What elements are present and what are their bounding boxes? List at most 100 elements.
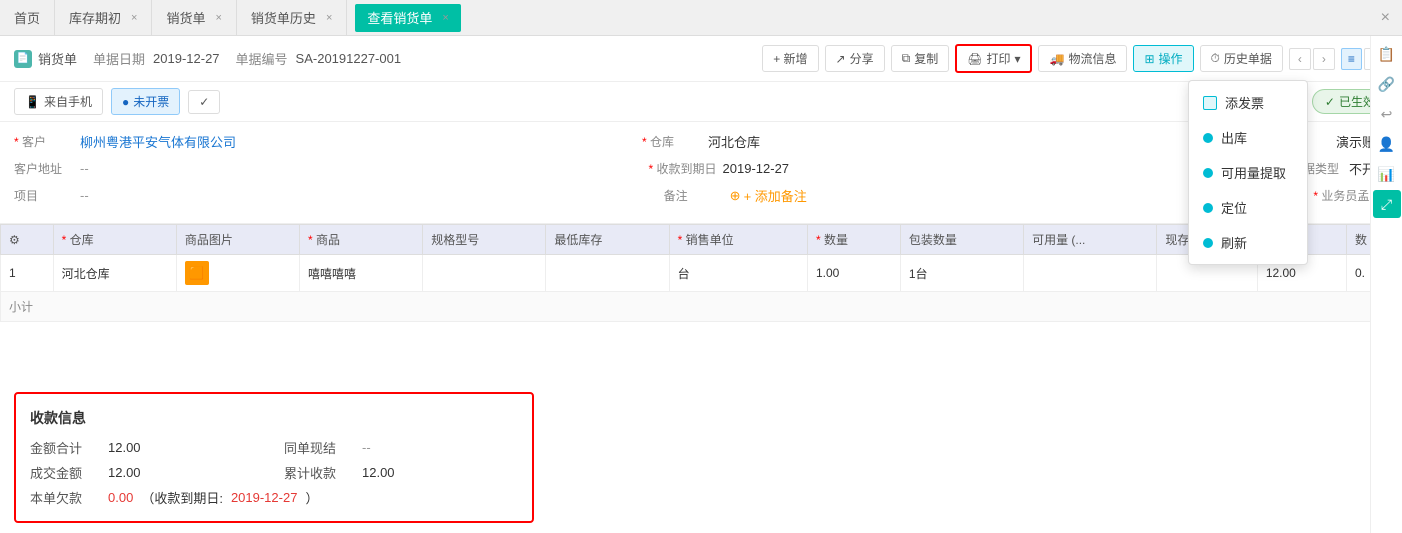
add-note-icon: ⊕	[730, 188, 741, 204]
project-value: --	[80, 188, 89, 203]
operation-button[interactable]: ⊞ 操作	[1133, 45, 1193, 72]
confirm-icon-btn[interactable]: ✓	[188, 90, 220, 114]
number-label: 单据编号	[236, 49, 288, 68]
sidebar-icon-clipboard[interactable]: 📋	[1373, 40, 1401, 68]
main-content: 📄 销货单 单据日期 2019-12-27 单据编号 SA-20191227-0…	[0, 36, 1402, 533]
row-warehouse: 河北仓库	[53, 255, 176, 292]
due-note-end: ）	[305, 488, 318, 507]
subtotal-label: 小计	[1, 292, 1402, 322]
tab-sales[interactable]: 销货单 ×	[152, 0, 236, 36]
tab-inventory-close[interactable]: ×	[131, 12, 137, 24]
global-close-icon[interactable]: ×	[1381, 9, 1390, 26]
print-label: 打印	[986, 50, 1010, 67]
next-arrow[interactable]: ›	[1313, 48, 1335, 70]
col-unit: * 销售单位	[669, 225, 807, 255]
due-label: 本单欠款	[30, 488, 100, 507]
doc-type-icon: 📄	[14, 50, 32, 68]
doc-type-label-text: 销货单	[38, 49, 77, 68]
not-open-btn[interactable]: ● 未开票	[111, 88, 180, 115]
tab-sales-history[interactable]: 销货单历史 ×	[237, 0, 347, 36]
col-min-stock: 最低库存	[546, 225, 669, 255]
dropdown-refresh-label: 刷新	[1221, 233, 1247, 252]
history-icon: ⏱	[1211, 51, 1220, 66]
share-button[interactable]: ↗ 分享	[825, 45, 885, 72]
print-icon: 🖨	[967, 52, 982, 66]
settlement-value: --	[362, 440, 371, 455]
history-button[interactable]: ⏱ 历史单据	[1200, 45, 1283, 72]
tab-view-sales-close[interactable]: ×	[442, 12, 448, 24]
warehouse-label: 仓库	[642, 133, 702, 150]
refresh-dot-icon	[1203, 238, 1213, 248]
transaction-row: 成交金额 12.00	[30, 463, 264, 482]
tab-home[interactable]: 首页	[0, 0, 55, 36]
subtotal-row: 小计	[1, 292, 1402, 322]
tab-home-label: 首页	[14, 8, 40, 27]
date-value: 2019-12-27	[153, 51, 220, 66]
row-min-stock	[546, 255, 669, 292]
dropdown-outbound-label: 出库	[1221, 128, 1247, 147]
tab-sales-history-close[interactable]: ×	[326, 12, 332, 24]
tab-inventory[interactable]: 库存期初 ×	[55, 0, 152, 36]
copy-label: 复制	[914, 50, 938, 67]
tab-sales-close[interactable]: ×	[215, 12, 221, 24]
customer-value[interactable]: 柳州粤港平安气体有限公司	[80, 132, 236, 151]
form-row-2: 客户地址 -- 收款到期日 2019-12-27 票据类型 不开票	[14, 159, 1388, 178]
form-row-3: 项目 -- 备注 ⊕ + 添加备注 业务员孟 --	[14, 186, 1388, 205]
due-row: 本单欠款 0.00 （收款到期日: 2019-12-27 ）	[30, 488, 518, 507]
col-spec: 规格型号	[423, 225, 546, 255]
cumulative-row: 累计收款 12.00	[284, 463, 518, 482]
col-warehouse: * 仓库	[53, 225, 176, 255]
from-phone-icon: 📱	[25, 95, 40, 109]
list-view-btn[interactable]: ≡	[1341, 48, 1362, 70]
operation-label: 操作	[1159, 50, 1183, 67]
salesperson2-label: 业务员孟	[1313, 187, 1373, 204]
settlement-row: 同单现结 --	[284, 438, 518, 457]
customer-label: 客户	[14, 133, 74, 150]
dropdown-item-available[interactable]: 可用量提取	[1189, 155, 1307, 190]
sidebar-icon-expand[interactable]: ⤢	[1373, 190, 1401, 218]
number-value: SA-20191227-001	[296, 51, 402, 66]
tab-inventory-label: 库存期初	[69, 8, 121, 27]
project-label: 项目	[14, 187, 74, 204]
tab-bar-end: ×	[1381, 9, 1402, 27]
address-value: --	[80, 161, 89, 176]
sidebar-icon-link[interactable]: 🔗	[1373, 70, 1401, 98]
settlement-label: 同单现结	[284, 438, 354, 457]
not-open-label: 未开票	[133, 93, 169, 110]
prev-arrow[interactable]: ‹	[1289, 48, 1311, 70]
from-phone-btn[interactable]: 📱 来自手机	[14, 88, 103, 115]
logistics-icon: 🚚	[1049, 52, 1064, 66]
col-settings[interactable]: ⚙	[1, 225, 54, 255]
add-note-btn[interactable]: ⊕ + 添加备注	[730, 186, 807, 205]
product-image: 🟧	[185, 261, 209, 285]
address-field: 客户地址 --	[14, 160, 649, 177]
copy-button[interactable]: ⧉ 复制	[891, 45, 950, 72]
doc-meta-number: 单据编号 SA-20191227-001	[236, 49, 402, 68]
cumulative-value: 12.00	[362, 465, 395, 480]
dropdown-item-locate[interactable]: 定位	[1189, 190, 1307, 225]
from-phone-label: 来自手机	[44, 93, 92, 110]
history-label: 历史单据	[1224, 50, 1272, 67]
tab-view-sales[interactable]: 查看销货单 ×	[355, 4, 460, 32]
operation-dropdown: 添发票 出库 可用量提取 定位	[1188, 80, 1308, 265]
transaction-label: 成交金额	[30, 463, 100, 482]
dropdown-item-refresh[interactable]: 刷新	[1189, 225, 1307, 260]
total-row: 金额合计 12.00	[30, 438, 264, 457]
sidebar-icon-user[interactable]: 👤	[1373, 130, 1401, 158]
print-button[interactable]: 🖨 打印 ▾	[955, 44, 1032, 73]
new-button[interactable]: + 新增	[762, 45, 818, 72]
row-quantity: 1.00	[807, 255, 900, 292]
tab-sales-label: 销货单	[166, 8, 205, 27]
dropdown-item-outbound[interactable]: 出库	[1189, 120, 1307, 155]
dropdown-available-label: 可用量提取	[1221, 163, 1286, 182]
doc-header: 📄 销货单 单据日期 2019-12-27 单据编号 SA-20191227-0…	[0, 36, 1402, 82]
share-icon: ↗	[836, 52, 846, 66]
sidebar-icon-return[interactable]: ↩	[1373, 100, 1401, 128]
logistics-button[interactable]: 🚚 物流信息	[1038, 45, 1127, 72]
summary-title: 收款信息	[30, 408, 518, 428]
dropdown-item-invoice[interactable]: 添发票	[1189, 85, 1307, 120]
col-image: 商品图片	[176, 225, 299, 255]
sidebar-icon-chart[interactable]: 📊	[1373, 160, 1401, 188]
invoice-icon	[1203, 96, 1217, 110]
add-note-label: + 添加备注	[744, 186, 807, 205]
